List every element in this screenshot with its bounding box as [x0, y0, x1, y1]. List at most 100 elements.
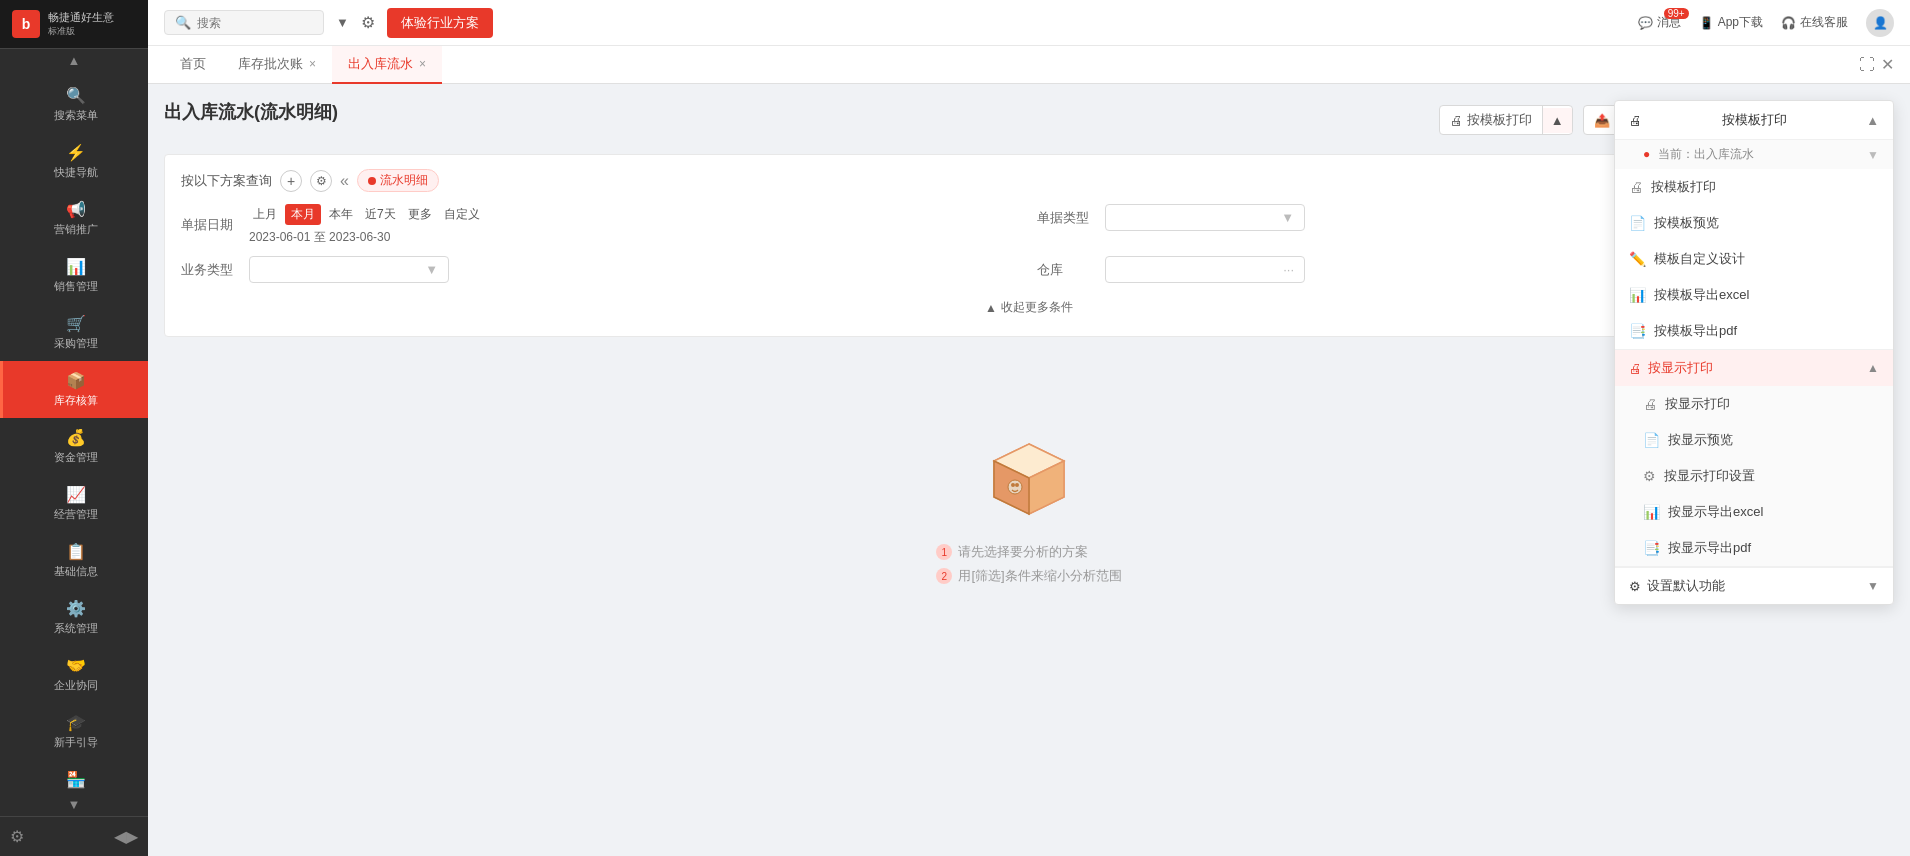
app-download-button[interactable]: 📱 App下载 — [1699, 14, 1763, 31]
date-btn-more[interactable]: 更多 — [404, 204, 436, 225]
sidebar-item-operation[interactable]: 📈 经营管理 — [0, 475, 148, 532]
template-custom-label: 模板自定义设计 — [1654, 250, 1745, 268]
dropdown-title: 按模板打印 — [1722, 111, 1787, 129]
sidebar-item-system[interactable]: ⚙️ 系统管理 — [0, 589, 148, 646]
display-export-excel-label: 按显示导出excel — [1668, 503, 1763, 521]
voucher-chevron-icon: ▼ — [1281, 210, 1294, 225]
sidebar-item-collab[interactable]: 🤝 企业协同 — [0, 646, 148, 703]
filter-chip-flow[interactable]: 流水明细 — [357, 169, 439, 192]
print-chevron-button[interactable]: ▲ — [1543, 108, 1572, 133]
sidebar-item-inventory[interactable]: 📦 库存核算 — [0, 361, 148, 418]
search-icon: 🔍 — [175, 15, 191, 30]
tab-batch[interactable]: 库存批次账 × — [222, 46, 332, 84]
date-btn-this-month[interactable]: 本月 — [285, 204, 321, 225]
tab-flow[interactable]: 出入库流水 × — [332, 46, 442, 84]
sidebar-item-quicknav[interactable]: ⚡ 快捷导航 — [0, 133, 148, 190]
tab-flow-close[interactable]: × — [419, 57, 426, 71]
trial-button[interactable]: 体验行业方案 — [387, 8, 493, 38]
sidebar-item-sales[interactable]: 📊 销售管理 — [0, 247, 148, 304]
date-btn-custom[interactable]: 自定义 — [440, 204, 484, 225]
tip2-num: 2 — [936, 568, 952, 584]
tab-maximize-button[interactable]: ⛶ — [1859, 56, 1875, 74]
online-service-button[interactable]: 🎧 在线客服 — [1781, 14, 1848, 31]
sales-icon: 📊 — [66, 257, 86, 276]
current-indicator: ● 当前：出入库流水 — [1643, 146, 1754, 163]
template-preview-menu-item[interactable]: 📄 按模板预览 — [1615, 205, 1893, 241]
inventory-icon: 📦 — [66, 371, 86, 390]
voucher-type-label: 单据类型 — [1037, 209, 1097, 227]
sidebar: b 畅捷通好生意 标准版 ▲ 🔍 搜索菜单 ⚡ 快捷导航 📢 营销推广 📊 销售… — [0, 0, 148, 856]
sidebar-item-search[interactable]: 🔍 搜索菜单 — [0, 76, 148, 133]
warehouse-select[interactable]: ··· — [1105, 256, 1305, 283]
header-search-box[interactable]: 🔍 — [164, 10, 324, 35]
template-export-pdf-menu-item[interactable]: 📑 按模板导出pdf — [1615, 313, 1893, 349]
sidebar-item-label: 新手引导 — [54, 735, 98, 750]
message-button[interactable]: 💬 消息 99+ — [1638, 14, 1681, 31]
tip2-text: 用[筛选]条件来缩小分析范围 — [958, 567, 1121, 585]
set-default-section[interactable]: ⚙ 设置默认功能 ▼ — [1615, 567, 1893, 604]
sidebar-item-finance[interactable]: 💰 资金管理 — [0, 418, 148, 475]
collapse-icon[interactable]: ◀▶ — [114, 827, 138, 846]
display-print-menu-item[interactable]: 🖨 按显示打印 — [1615, 386, 1893, 422]
app-download-icon: 📱 — [1699, 16, 1714, 30]
date-btn-this-year[interactable]: 本年 — [325, 204, 357, 225]
sidebar-item-apps[interactable]: 🏪 应用中心 — [0, 760, 148, 793]
sidebar-item-marketing[interactable]: 📢 营销推广 — [0, 190, 148, 247]
voucher-type-select[interactable]: ▼ — [1105, 204, 1305, 231]
filter-collapse-icon[interactable]: « — [340, 172, 349, 190]
template-custom-menu-item[interactable]: ✏️ 模板自定义设计 — [1615, 241, 1893, 277]
date-btn-7days[interactable]: 近7天 — [361, 204, 400, 225]
template-preview-label: 按模板预览 — [1654, 214, 1719, 232]
display-print-section-header[interactable]: 🖨 按显示打印 ▲ — [1615, 350, 1893, 386]
display-print-settings-menu-item[interactable]: ⚙ 按显示打印设置 — [1615, 458, 1893, 494]
design-icon: ✏️ — [1629, 251, 1646, 267]
collapse-up-icon: ▲ — [985, 301, 997, 315]
avatar[interactable]: 👤 — [1866, 9, 1894, 37]
tab-flow-label: 出入库流水 — [348, 55, 413, 73]
sidebar-item-label: 资金管理 — [54, 450, 98, 465]
dropdown-close-chevron[interactable]: ▲ — [1866, 113, 1879, 128]
template-print-label: 按模板打印 — [1467, 111, 1532, 129]
avatar-text: 👤 — [1873, 16, 1888, 30]
current-label: 当前：出入库流水 — [1658, 147, 1754, 161]
tab-home[interactable]: 首页 — [164, 46, 222, 84]
template-export-excel-menu-item[interactable]: 📊 按模板导出excel — [1615, 277, 1893, 313]
sidebar-scroll-down[interactable]: ▼ — [0, 793, 148, 816]
filter-setting-button[interactable]: ⚙ — [310, 170, 332, 192]
header-gear-icon[interactable]: ⚙ — [361, 13, 375, 32]
template-print-menu-label: 按模板打印 — [1651, 178, 1716, 196]
printer-icon: 🖨 — [1629, 179, 1643, 195]
display-export-pdf-menu-item[interactable]: 📑 按显示导出pdf — [1615, 530, 1893, 566]
sidebar-item-guide[interactable]: 🎓 新手引导 — [0, 703, 148, 760]
template-print-menu-item[interactable]: 🖨 按模板打印 — [1615, 169, 1893, 205]
printer-icon: 🖨 — [1450, 113, 1463, 128]
tab-close-all-button[interactable]: ✕ — [1881, 55, 1894, 74]
date-range-display: 2023-06-01 至 2023-06-30 — [249, 229, 484, 246]
display-print-label: 按显示打印 — [1665, 395, 1730, 413]
sidebar-item-basic[interactable]: 📋 基础信息 — [0, 532, 148, 589]
search-icon: 🔍 — [66, 86, 86, 105]
empty-tips: 1 请先选择要分析的方案 2 用[筛选]条件来缩小分析范围 — [936, 543, 1121, 585]
settings-sub-icon: ⚙ — [1643, 468, 1656, 484]
header-dropdown-chevron[interactable]: ▼ — [336, 15, 349, 30]
display-export-excel-menu-item[interactable]: 📊 按显示导出excel — [1615, 494, 1893, 530]
set-default-icon: ⚙ — [1629, 579, 1641, 594]
date-btn-last-month[interactable]: 上月 — [249, 204, 281, 225]
sidebar-scroll-up[interactable]: ▲ — [0, 49, 148, 72]
settings-icon[interactable]: ⚙ — [10, 827, 24, 846]
sidebar-item-label: 企业协同 — [54, 678, 98, 693]
display-preview-menu-item[interactable]: 📄 按显示预览 — [1615, 422, 1893, 458]
filter-add-button[interactable]: + — [280, 170, 302, 192]
display-preview-label: 按显示预览 — [1668, 431, 1733, 449]
tab-batch-close[interactable]: × — [309, 57, 316, 71]
online-service-icon: 🎧 — [1781, 16, 1796, 30]
preview-icon: 📄 — [1629, 215, 1646, 231]
tab-actions: ⛶ ✕ — [1859, 55, 1894, 74]
biz-type-select[interactable]: ▼ — [249, 256, 449, 283]
template-export-pdf-label: 按模板导出pdf — [1654, 322, 1737, 340]
excel-sub-icon: 📊 — [1643, 504, 1660, 520]
search-input[interactable] — [197, 16, 313, 30]
sidebar-item-label: 搜索菜单 — [54, 108, 98, 123]
template-print-button[interactable]: 🖨 按模板打印 — [1440, 106, 1543, 134]
sidebar-item-purchase[interactable]: 🛒 采购管理 — [0, 304, 148, 361]
